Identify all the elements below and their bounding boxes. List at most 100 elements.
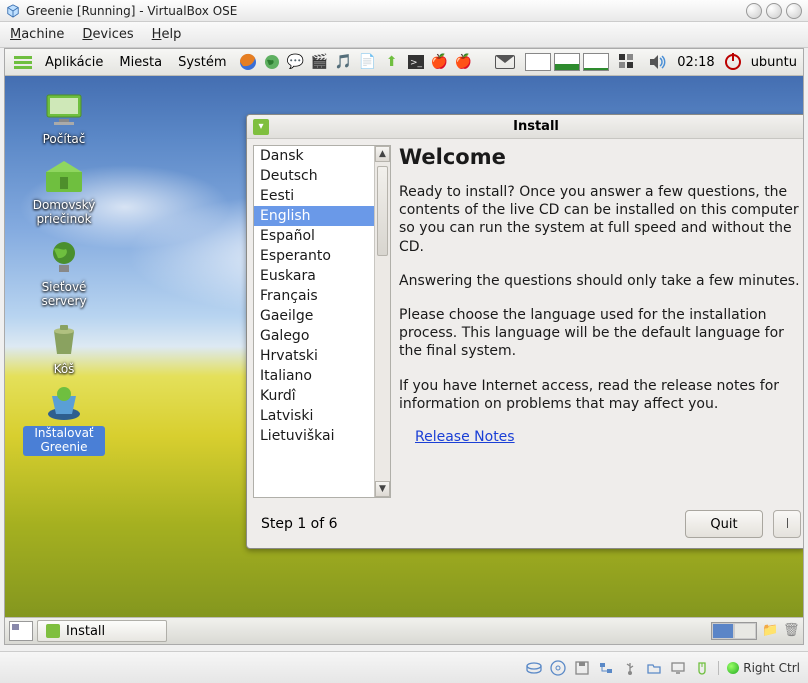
language-option[interactable]: Lietuviškai (254, 426, 374, 446)
language-option[interactable]: Galego (254, 326, 374, 346)
vb-floppy-icon[interactable] (574, 660, 590, 676)
desktop-icon-trash[interactable]: Kôš (23, 321, 105, 378)
music-icon[interactable]: 🎵 (333, 51, 355, 73)
installer-paragraph: Ready to install? Once you answer a few … (399, 183, 801, 256)
tray-folder-icon[interactable]: 📁 (762, 623, 778, 639)
window-maximize-button[interactable] (766, 3, 782, 19)
hostkey-label: Right Ctrl (743, 661, 800, 675)
language-option[interactable]: Euskara (254, 266, 374, 286)
scroll-thumb[interactable] (377, 166, 388, 256)
user-label[interactable]: ubuntu (751, 55, 797, 70)
window-close-button[interactable] (786, 3, 802, 19)
language-listbox: DanskDeutschEestiEnglishEspañolEsperanto… (253, 145, 391, 498)
monitor-icon (42, 91, 86, 129)
tray-trash-icon[interactable]: 🗑 (783, 623, 799, 639)
virtualbox-title: Greenie [Running] - VirtualBox OSE (26, 4, 237, 18)
workspace-switcher[interactable] (711, 622, 757, 640)
desktop-icon-label: Počítač (41, 132, 88, 148)
desktop-icon-home[interactable]: Domovský priečinok (23, 157, 105, 228)
chat-icon[interactable]: 💬 (285, 51, 307, 73)
mail-icon[interactable] (495, 55, 515, 69)
desktop-icon-installer[interactable]: Inštalovať Greenie (23, 385, 105, 456)
language-scrollbar[interactable]: ▲ ▼ (374, 146, 390, 497)
installer-icon (42, 385, 86, 423)
installer-window: ▾ Install DanskDeutschEestiEnglishEspaño… (246, 114, 804, 549)
language-option[interactable]: English (254, 206, 374, 226)
vb-network-icon[interactable] (598, 660, 614, 676)
guest-screen: Aplikácie Miesta Systém 💬 🎬 🎵 📄 ⬆ >_ 🍎 🍎 (4, 48, 804, 645)
menu-applications[interactable]: Aplikácie (37, 55, 111, 70)
installer-content: Welcome Ready to install? Once you answe… (399, 145, 803, 498)
apple-green-icon[interactable]: 🍎 (429, 51, 451, 73)
language-option[interactable]: Gaeilge (254, 306, 374, 326)
virtualbox-statusbar: Right Ctrl (0, 651, 808, 683)
language-option[interactable]: Hrvatski (254, 346, 374, 366)
taskbar-entry-install[interactable]: Install (37, 620, 167, 642)
network-icon[interactable] (619, 54, 639, 70)
vb-usb-icon[interactable] (622, 660, 638, 676)
vb-hdd-icon[interactable] (526, 660, 542, 676)
distro-logo-icon[interactable] (13, 53, 33, 71)
virtualbox-titlebar: Greenie [Running] - VirtualBox OSE (0, 0, 808, 22)
language-option[interactable]: Kurdî (254, 386, 374, 406)
download-icon[interactable]: ⬆ (381, 51, 403, 73)
vb-cd-icon[interactable] (550, 660, 566, 676)
hostkey-led-icon (727, 662, 739, 674)
desktop-icon-network[interactable]: Sieťové servery (23, 239, 105, 310)
scroll-up-button[interactable]: ▲ (375, 146, 390, 162)
language-option[interactable]: Italiano (254, 366, 374, 386)
installer-title: Install (275, 119, 797, 134)
release-notes-link[interactable]: Release Notes (415, 429, 515, 445)
desktop-icon-label: Inštalovať Greenie (23, 426, 105, 456)
language-option[interactable]: Español (254, 226, 374, 246)
menu-system[interactable]: Systém (170, 55, 234, 70)
home-folder-icon (42, 157, 86, 195)
scroll-down-button[interactable]: ▼ (375, 481, 390, 497)
vb-menu-help[interactable]: Help (152, 27, 182, 42)
desktop-icon-label: Kôš (52, 362, 77, 378)
clock[interactable]: 02:18 (677, 55, 714, 70)
vb-shared-folder-icon[interactable] (646, 660, 662, 676)
shutdown-icon[interactable] (725, 54, 741, 70)
language-option[interactable]: Deutsch (254, 166, 374, 186)
language-option[interactable]: Eesti (254, 186, 374, 206)
task-label: Install (66, 624, 105, 639)
quit-button[interactable]: Quit (685, 510, 763, 538)
installer-heading: Welcome (399, 145, 801, 169)
workspace-1[interactable] (713, 624, 733, 638)
window-minimize-button[interactable] (746, 3, 762, 19)
firefox-icon[interactable] (237, 51, 259, 73)
desktop-icon-computer[interactable]: Počítač (23, 91, 105, 148)
vb-display-icon[interactable] (670, 660, 686, 676)
language-option[interactable]: Dansk (254, 146, 374, 166)
menu-places[interactable]: Miesta (111, 55, 170, 70)
volume-icon[interactable] (649, 54, 667, 70)
installer-paragraph: Please choose the language used for the … (399, 306, 801, 361)
terminal-icon[interactable]: >_ (405, 51, 427, 73)
language-option[interactable]: Français (254, 286, 374, 306)
system-monitor-applet[interactable] (525, 53, 609, 71)
installer-titlebar[interactable]: ▾ Install (247, 115, 803, 139)
apple-red-icon[interactable]: 🍎 (453, 51, 475, 73)
show-desktop-button[interactable] (9, 621, 33, 641)
video-icon[interactable]: 🎬 (309, 51, 331, 73)
language-option[interactable]: Esperanto (254, 246, 374, 266)
vb-menu-machine[interactable]: Machine (10, 27, 64, 42)
desktop-icon-label: Domovský priečinok (23, 198, 105, 228)
world-icon[interactable] (261, 51, 283, 73)
trash-icon (42, 321, 86, 359)
installer-step-label: Step 1 of 6 (253, 516, 338, 532)
vb-mouse-icon[interactable] (694, 660, 710, 676)
installer-window-icon: ▾ (253, 119, 269, 135)
svg-text:>_: >_ (410, 58, 423, 68)
workspace-2[interactable] (735, 624, 755, 638)
note-icon[interactable]: 📄 (357, 51, 379, 73)
installer-paragraph: If you have Internet access, read the re… (399, 377, 801, 413)
language-option[interactable]: Latviski (254, 406, 374, 426)
installer-paragraph: Answering the questions should only take… (399, 272, 801, 290)
back-button[interactable]: Back (773, 510, 801, 538)
vb-menu-devices[interactable]: Devices (82, 27, 133, 42)
network-servers-icon (42, 239, 86, 277)
task-installer-icon (46, 624, 60, 638)
vb-hostkey-indicator[interactable]: Right Ctrl (718, 661, 800, 675)
